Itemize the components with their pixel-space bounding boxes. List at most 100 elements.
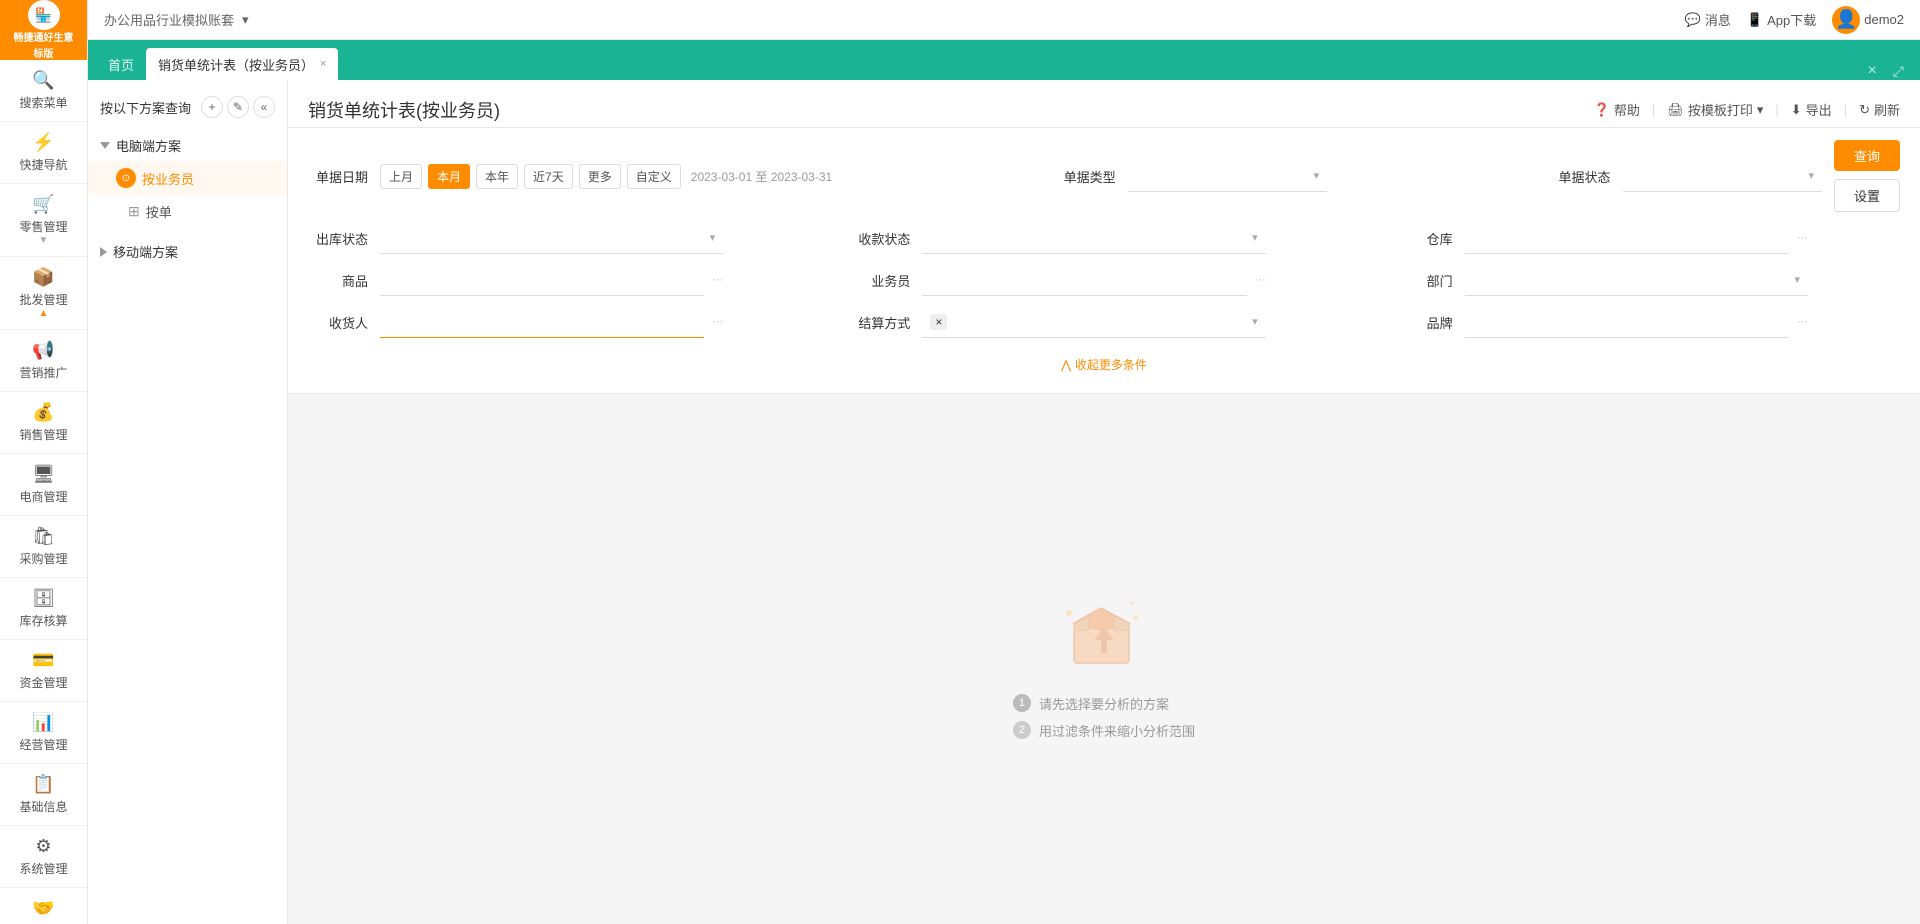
sidebar-item-purchase[interactable]: 🛍 采购管理 bbox=[0, 516, 87, 578]
settings-btn[interactable]: 设置 bbox=[1834, 179, 1900, 212]
edit-scheme-btn[interactable]: ✎ bbox=[227, 96, 249, 118]
active-tab-label: 销货单统计表（按业务员） bbox=[158, 55, 314, 74]
enterprise-icon: 🤝 bbox=[32, 898, 54, 919]
left-panel-header: 按以下方案查询 + ✎ « bbox=[88, 88, 287, 126]
sidebar-item-basic[interactable]: 📋 基础信息 bbox=[0, 764, 87, 826]
ecommerce-icon: 🖥 bbox=[32, 464, 55, 485]
date-filter: 上月 本月 本年 近7天 更多 自定义 2023-03-01 至 2023-03… bbox=[380, 164, 832, 189]
goods-input[interactable] bbox=[380, 264, 704, 296]
tab-close-all-icon[interactable]: × bbox=[1859, 62, 1884, 80]
collapse-panel-btn[interactable]: « bbox=[253, 96, 275, 118]
sidebar-item-inventory[interactable]: 🗄 库存核算 bbox=[0, 578, 87, 640]
brand-input[interactable] bbox=[1465, 306, 1789, 338]
out-status-col: ▾ bbox=[380, 222, 723, 254]
payment-clear-btn[interactable]: × bbox=[930, 314, 947, 330]
wholesale-icon: 📦 bbox=[32, 267, 54, 288]
message-btn[interactable]: 💬 消息 bbox=[1685, 10, 1731, 29]
date-btn-this-month[interactable]: 本月 bbox=[428, 164, 470, 189]
sidebar-item-retail[interactable]: 🛒 零售管理 ▼ bbox=[0, 184, 87, 257]
sidebar-item-label-marketing: 营销推广 bbox=[19, 364, 67, 381]
receiver-more-icon[interactable]: ··· bbox=[712, 316, 723, 328]
logo-text: 畅捷通好生意 bbox=[14, 33, 74, 45]
sidebar: 🏪 畅捷通好生意 标版 🔍 搜索菜单 ⚡ 快捷导航 🛒 零售管理 ▼ 📦 批发管… bbox=[0, 0, 88, 924]
query-btn[interactable]: 查询 bbox=[1834, 140, 1900, 171]
sidebar-item-label-finance: 资金管理 bbox=[19, 674, 67, 691]
collapse-bar[interactable]: ⋀ 收起更多条件 bbox=[308, 348, 1900, 381]
brand-label: 品牌 bbox=[1393, 313, 1453, 332]
scheme-group-mobile: 移动端方案 bbox=[88, 232, 287, 271]
add-icon: + bbox=[208, 100, 215, 114]
print-btn[interactable]: 🖨 按模板打印 ▾ bbox=[1667, 100, 1763, 119]
sidebar-item-wholesale[interactable]: 📦 批发管理 ▲ bbox=[0, 257, 87, 330]
print-dropdown-icon: ▾ bbox=[1757, 102, 1764, 118]
wholesale-arrow: ▲ bbox=[39, 308, 49, 319]
inventory-icon: 🗄 bbox=[32, 588, 55, 609]
scheme-group-desktop: 电脑端方案 ⊙ 按业务员 ⊞ 按单 bbox=[88, 126, 287, 232]
tab-active[interactable]: 销货单统计表（按业务员） × bbox=[146, 48, 338, 80]
receiver-input[interactable] bbox=[380, 306, 704, 338]
date-btn-this-year[interactable]: 本年 bbox=[476, 164, 518, 189]
user-name: demo2 bbox=[1864, 12, 1904, 27]
app-download-btn[interactable]: 📱 App下载 bbox=[1747, 10, 1816, 29]
doc-type-field: ▾ bbox=[1128, 160, 1327, 192]
scheme-group-desktop-header[interactable]: 电脑端方案 bbox=[88, 130, 287, 161]
sidebar-item-label-system: 系统管理 bbox=[19, 860, 67, 877]
left-panel-icons: + ✎ « bbox=[201, 96, 275, 118]
sidebar-item-label-retail: 零售管理 bbox=[19, 218, 67, 235]
sidebar-item-enterprise[interactable]: 🤝 企业协同 bbox=[0, 888, 87, 924]
staff-input[interactable] bbox=[922, 264, 1246, 296]
purchase-icon: 🛍 bbox=[32, 526, 55, 547]
warehouse-input[interactable] bbox=[1465, 222, 1789, 254]
search-icon: 🔍 bbox=[32, 70, 54, 91]
pay-status-select[interactable]: ▾ bbox=[922, 222, 1265, 254]
main-container: 办公用品行业模拟账套 ▾ 💬 消息 📱 App下载 👤 demo2 首页 bbox=[88, 0, 1920, 924]
download-icon: 📱 bbox=[1747, 12, 1763, 28]
sidebar-item-finance[interactable]: 💳 资金管理 bbox=[0, 640, 87, 702]
goods-col: ··· bbox=[380, 264, 723, 296]
export-btn[interactable]: ⬇ 导出 bbox=[1791, 100, 1832, 119]
scheme-item-by-order[interactable]: ⊞ 按单 bbox=[88, 195, 287, 228]
filter-row-4: 收货人 ··· 结算方式 × ▾ 品牌 bbox=[308, 306, 1900, 338]
goods-more-icon[interactable]: ··· bbox=[712, 274, 723, 286]
payment-select[interactable]: × ▾ bbox=[922, 306, 1265, 338]
date-btn-custom[interactable]: 自定义 bbox=[627, 164, 681, 189]
brand-more-icon[interactable]: ··· bbox=[1797, 316, 1808, 328]
scheme-item-by-staff[interactable]: ⊙ 按业务员 bbox=[88, 161, 287, 195]
avatar: 👤 bbox=[1832, 6, 1860, 34]
date-btn-7days[interactable]: 近7天 bbox=[524, 164, 573, 189]
tab-home[interactable]: 首页 bbox=[96, 48, 146, 80]
tab-close-icon[interactable]: × bbox=[320, 58, 326, 70]
add-scheme-btn[interactable]: + bbox=[201, 96, 223, 118]
staff-more-icon[interactable]: ··· bbox=[1255, 274, 1266, 286]
out-status-chevron: ▾ bbox=[710, 231, 716, 244]
scheme-item-icon-staff: ⊙ bbox=[116, 168, 136, 188]
help-btn[interactable]: ❓ 帮助 bbox=[1594, 100, 1640, 119]
out-status-select[interactable]: ▾ bbox=[380, 222, 723, 254]
doc-type-select[interactable]: ▾ bbox=[1128, 160, 1327, 192]
sidebar-item-sales[interactable]: 💰 销售管理 bbox=[0, 392, 87, 454]
sidebar-item-ecommerce[interactable]: 🖥 电商管理 bbox=[0, 454, 87, 516]
step-num-1: 1 bbox=[1013, 694, 1031, 712]
sidebar-item-system[interactable]: ⚙ 系统管理 bbox=[0, 826, 87, 888]
user-menu[interactable]: 👤 demo2 bbox=[1832, 6, 1904, 34]
left-panel: 按以下方案查询 + ✎ « 电脑端方案 bbox=[88, 80, 288, 924]
top-header: 办公用品行业模拟账套 ▾ 💬 消息 📱 App下载 👤 demo2 bbox=[88, 0, 1920, 40]
sidebar-item-operations[interactable]: 📊 经营管理 bbox=[0, 702, 87, 764]
doc-status-select[interactable]: ▾ bbox=[1623, 160, 1822, 192]
date-btn-last-month[interactable]: 上月 bbox=[380, 164, 422, 189]
workspace-selector[interactable]: 办公用品行业模拟账套 ▾ bbox=[104, 10, 249, 29]
dept-select[interactable]: ▾ bbox=[1465, 264, 1808, 296]
date-btn-more[interactable]: 更多 bbox=[579, 164, 621, 189]
refresh-btn[interactable]: ↻ 刷新 bbox=[1859, 100, 1900, 119]
collapse-up-icon: ⋀ bbox=[1061, 358, 1071, 372]
sidebar-item-marketing[interactable]: 📢 营销推广 bbox=[0, 330, 87, 392]
sidebar-item-quicknav[interactable]: ⚡ 快捷导航 bbox=[0, 122, 87, 184]
empty-state-illustration bbox=[1054, 578, 1154, 678]
tab-maximize-icon[interactable]: ⤢ bbox=[1885, 63, 1912, 80]
scheme-group-mobile-header[interactable]: 移动端方案 bbox=[88, 236, 287, 267]
edit-icon: ✎ bbox=[233, 100, 243, 114]
warehouse-more-icon[interactable]: ··· bbox=[1797, 232, 1808, 244]
sidebar-item-search[interactable]: 🔍 搜索菜单 bbox=[0, 60, 87, 122]
brand-col: ··· bbox=[1465, 306, 1808, 338]
warehouse-label: 仓库 bbox=[1393, 229, 1453, 248]
